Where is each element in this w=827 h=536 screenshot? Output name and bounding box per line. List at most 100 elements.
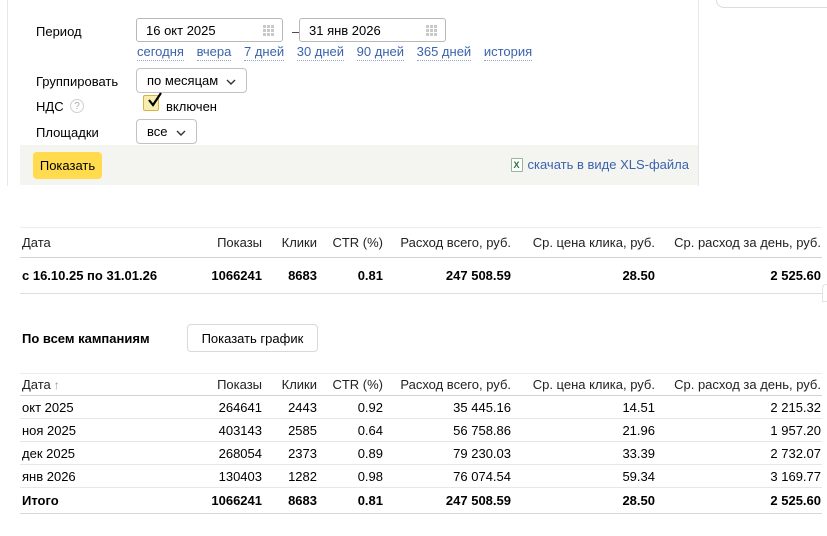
chevron-down-icon (226, 73, 236, 88)
table-cell: 0.89 (318, 441, 384, 465)
group-label: Группировать (36, 74, 119, 89)
col-ctr: CTR (%) (318, 227, 384, 258)
vat-label: НДС (36, 99, 64, 114)
col-date-label: Дата (22, 377, 51, 392)
table-cell: 76 074.54 (384, 464, 512, 488)
table-cell: 0.92 (318, 395, 384, 419)
download-xls-link[interactable]: X скачать в виде XLS-файла (510, 157, 690, 172)
table-cell: 56 758.86 (384, 418, 512, 442)
campaigns-section-title: По всем кампаниям (22, 330, 150, 346)
platforms-select-value: все (147, 124, 168, 139)
table-row: ноя 2025 403143 2585 0.64 56 758.86 21.9… (20, 418, 822, 442)
table-row: янв 2026 130403 1282 0.98 76 074.54 59.3… (20, 464, 822, 488)
table-cell: 0.81 (318, 257, 384, 294)
table-cell: дек 2025 (20, 441, 205, 465)
table-row: дек 2025 268054 2373 0.89 79 230.03 33.3… (20, 441, 822, 465)
right-edge-cutoff-widget (822, 284, 827, 302)
col-ctr[interactable]: CTR (%) (318, 373, 384, 396)
col-total-cost[interactable]: Расход всего, руб. (384, 373, 512, 396)
vat-checkbox[interactable] (143, 92, 162, 111)
table-cell: 28.50 (512, 257, 656, 294)
table-cell: 2373 (263, 441, 318, 465)
col-total-cost: Расход всего, руб. (384, 227, 512, 258)
table-cell: 2443 (263, 395, 318, 419)
table-row: окт 2025 264641 2443 0.92 35 445.16 14.5… (20, 395, 822, 419)
period-to-input[interactable]: 31 янв 2026 (299, 18, 446, 42)
table-cell: 0.64 (318, 418, 384, 442)
table-cell: окт 2025 (20, 395, 205, 419)
period-to-value: 31 янв 2026 (309, 22, 381, 38)
quick-link-90days[interactable]: 90 дней (356, 44, 404, 61)
summary-table: Дата Показы Клики CTR (%) Расход всего, … (20, 227, 822, 294)
table-cell: ноя 2025 (20, 418, 205, 442)
vat-checkbox-label[interactable]: включен (166, 99, 217, 114)
excel-file-icon: X (510, 157, 523, 172)
summary-total-row: с 16.10.25 по 31.01.26 1066241 8683 0.81… (20, 257, 822, 294)
show-chart-button[interactable]: Показать график (186, 324, 319, 352)
detail-table: Дата ↑ Показы Клики CTR (%) Расход всего,… (20, 373, 822, 514)
table-cell: 8683 (263, 257, 318, 294)
table-cell: 2 525.60 (656, 487, 822, 514)
statistics-report-page: { "form": { "period": { "label": "Период… (0, 0, 827, 536)
group-select-value: по месяцам (147, 73, 219, 88)
table-cell: 268054 (205, 441, 263, 465)
table-cell: 1282 (263, 464, 318, 488)
table-cell: с 16.10.25 по 31.01.26 (20, 257, 205, 294)
group-select[interactable]: по месяцам (136, 68, 248, 93)
table-cell: 247 508.59 (384, 487, 512, 514)
table-cell: 33.39 (512, 441, 656, 465)
table-cell: 264641 (205, 395, 263, 419)
table-cell: 2 732.07 (656, 441, 822, 465)
quick-link-30days[interactable]: 30 дней (296, 44, 345, 61)
table-cell: 35 445.16 (384, 395, 512, 419)
table-cell: 403143 (205, 418, 263, 442)
table-cell: 0.98 (318, 464, 384, 488)
col-avg-daily-cost[interactable]: Ср. расход за день, руб. (656, 373, 822, 396)
col-clicks: Клики (263, 227, 318, 258)
col-avg-cpc: Ср. цена клика, руб. (512, 227, 656, 258)
platforms-select[interactable]: все (136, 119, 197, 144)
col-impressions: Показы (205, 227, 263, 258)
download-xls-label: скачать в виде XLS-файла (527, 157, 690, 172)
col-date-sortable[interactable]: Дата ↑ (20, 373, 205, 396)
table-cell: янв 2026 (20, 464, 205, 488)
chevron-down-icon (176, 124, 186, 139)
show-button[interactable]: Показать (33, 152, 102, 179)
summary-header-row: Дата Показы Клики CTR (%) Расход всего, … (20, 227, 822, 258)
campaigns-section: По всем кампаниям Показать график (20, 324, 319, 352)
table-cell: 79 230.03 (384, 441, 512, 465)
period-from-value: 16 окт 2025 (146, 22, 216, 38)
table-cell: 247 508.59 (384, 257, 512, 294)
quick-link-yesterday[interactable]: вчера (196, 44, 232, 61)
quick-link-7days[interactable]: 7 дней (243, 44, 285, 61)
col-date: Дата (20, 227, 205, 258)
table-cell: 59.34 (512, 464, 656, 488)
calendar-icon[interactable] (426, 24, 429, 28)
table-cell: 0.81 (318, 487, 384, 514)
table-cell: 2 215.32 (656, 395, 822, 419)
table-cell: 8683 (263, 487, 318, 514)
calendar-icon[interactable] (263, 24, 266, 28)
table-cell: 3 169.77 (656, 464, 822, 488)
table-cell: 1066241 (205, 257, 263, 294)
period-from-input[interactable]: 16 окт 2025 (136, 18, 283, 42)
col-avg-daily-cost: Ср. расход за день, руб. (656, 227, 822, 258)
table-cell: 1066241 (205, 487, 263, 514)
col-impressions[interactable]: Показы (205, 373, 263, 396)
platforms-label: Площадки (36, 125, 99, 140)
col-avg-cpc[interactable]: Ср. цена клика, руб. (512, 373, 656, 396)
table-cell: 130403 (205, 464, 263, 488)
col-clicks[interactable]: Клики (263, 373, 318, 396)
quick-link-today[interactable]: сегодня (137, 44, 184, 61)
table-cell: Итого (20, 487, 205, 514)
table-cell: 2 525.60 (656, 257, 822, 294)
quick-link-365days[interactable]: 365 дней (416, 44, 472, 61)
question-circle-icon[interactable]: ? (70, 99, 84, 113)
checkmark-icon (148, 92, 162, 107)
table-cell: 28.50 (512, 487, 656, 514)
top-right-cutoff-panel (716, 0, 827, 8)
table-cell: 14.51 (512, 395, 656, 419)
table-cell: 1 957.20 (656, 418, 822, 442)
table-cell: 21.96 (512, 418, 656, 442)
quick-link-history[interactable]: история (483, 44, 533, 61)
